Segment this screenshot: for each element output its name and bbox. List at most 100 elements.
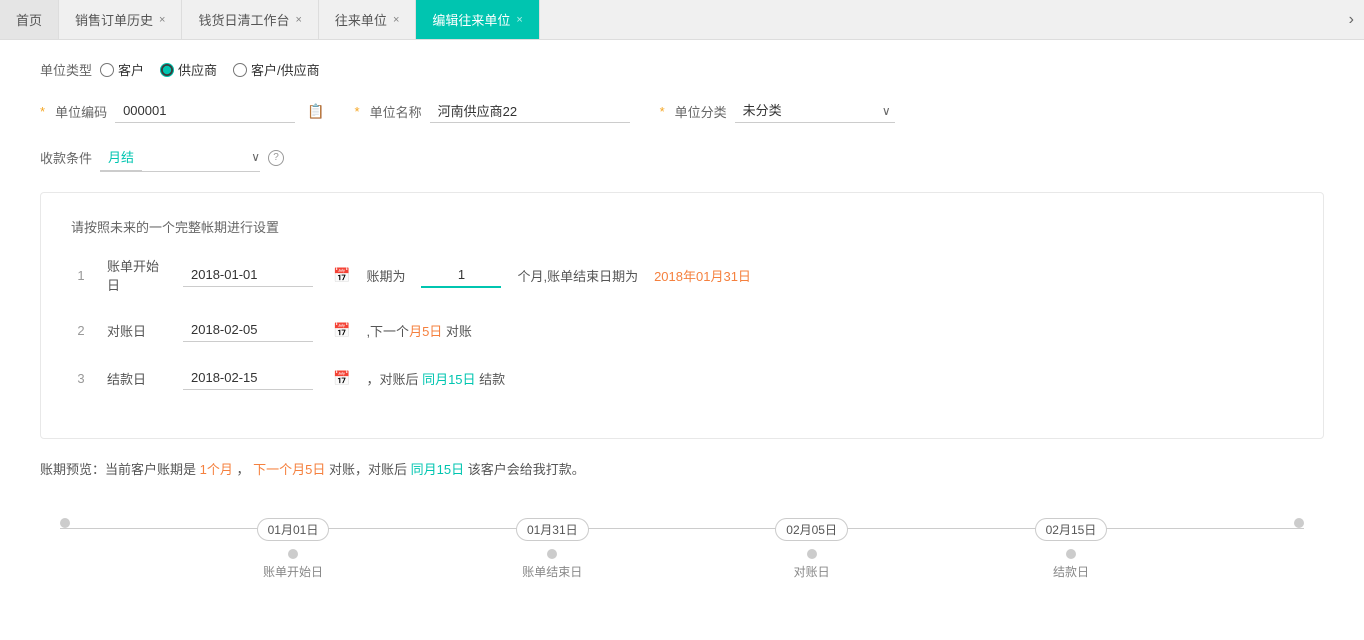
radio-supplier[interactable]: 供应商 xyxy=(160,60,217,79)
timeline-node-1: 01月01日 账单开始日 xyxy=(257,518,330,580)
unit-name-input[interactable] xyxy=(430,99,630,123)
period-row-2-label: 对账日 xyxy=(107,321,167,340)
period-row-2-cal-icon[interactable]: 📅 xyxy=(333,322,350,339)
unit-category-group: * 单位分类 未分类 ∨ xyxy=(660,99,895,123)
timeline-label-4: 结款日 xyxy=(1053,563,1089,580)
unit-code-input[interactable] xyxy=(115,99,295,123)
tab-partners-close[interactable]: × xyxy=(393,14,399,26)
unit-type-group: 单位类型 客户 供应商 客户/供应商 xyxy=(40,60,320,79)
preview-prefix: 账期预览：当前客户账期是 xyxy=(40,462,196,477)
timeline-nodes: 01月01日 账单开始日 01月31日 账单结束日 02月05日 对账日 xyxy=(60,518,1304,580)
timeline-end-dot xyxy=(1294,518,1304,528)
timeline-node-2: 01月31日 账单结束日 xyxy=(516,518,589,580)
preview-text: 账期预览：当前客户账期是 1个月 ， 下一个月5日 对账，对账后 同月15日 该… xyxy=(40,449,1324,488)
tab-sales-history[interactable]: 销售订单历史 × xyxy=(59,0,182,39)
period-row-1-num: 1 xyxy=(71,268,91,283)
tab-cash-workbench[interactable]: 钱货日清工作台 × xyxy=(182,0,318,39)
period-row-3-label: 结款日 xyxy=(107,369,167,388)
payment-condition-label: 收款条件 xyxy=(40,148,92,167)
timeline-node-3: 02月05日 对账日 xyxy=(775,518,848,580)
radio-customer-input[interactable] xyxy=(100,63,114,77)
timeline-label-1: 账单开始日 xyxy=(263,563,323,580)
tab-sales-history-close[interactable]: × xyxy=(159,14,165,26)
unit-type-radio-group: 客户 供应商 客户/供应商 xyxy=(100,60,320,79)
tab-more-button[interactable]: › xyxy=(1339,0,1364,39)
payment-condition-arrow-icon: ∨ xyxy=(251,150,260,164)
radio-customer-label: 客户 xyxy=(118,60,144,79)
radio-both-input[interactable] xyxy=(233,63,247,77)
tab-sales-history-label: 销售订单历史 xyxy=(75,10,153,29)
period-row-3-desc: ，对账后 同月15日 结款 xyxy=(366,369,505,388)
unit-category-label: 单位分类 xyxy=(675,102,727,121)
period-row-1-cal-icon[interactable]: 📅 xyxy=(333,267,350,284)
unit-type-label: 单位类型 xyxy=(40,60,92,79)
tab-cash-workbench-label: 钱货日清工作台 xyxy=(198,10,289,29)
timeline-date-3: 02月05日 xyxy=(786,523,837,537)
timeline-end-node xyxy=(1294,518,1304,580)
radio-customer[interactable]: 客户 xyxy=(100,60,144,79)
period-row-1-label: 账单开始日 xyxy=(107,256,167,294)
period-row-3-cal-icon[interactable]: 📅 xyxy=(333,370,350,387)
period-month-input[interactable] xyxy=(421,263,501,288)
period-row-2-num: 2 xyxy=(71,323,91,338)
timeline-node-4: 02月15日 结款日 xyxy=(1035,518,1108,580)
unit-code-required: * xyxy=(40,104,45,119)
timeline-dot-2 xyxy=(547,549,557,559)
radio-supplier-label: 供应商 xyxy=(178,60,217,79)
tab-edit-partner[interactable]: 编辑往来单位 × xyxy=(416,0,539,39)
period-row-3-date[interactable] xyxy=(183,366,313,390)
preview-next-check: 下一个月5日 xyxy=(253,462,325,477)
radio-supplier-input[interactable] xyxy=(160,63,174,77)
timeline-start-dot xyxy=(60,518,70,528)
preview-period: 1个月 xyxy=(200,462,233,477)
unit-category-required: * xyxy=(660,104,665,119)
unit-code-label: 单位编码 xyxy=(55,102,107,121)
timeline-date-2: 01月31日 xyxy=(527,523,578,537)
tab-partners-label: 往来单位 xyxy=(335,10,387,29)
timeline-badge-1: 01月01日 xyxy=(257,518,330,541)
payment-condition-help-icon[interactable]: ? xyxy=(268,150,284,166)
timeline-dot-4 xyxy=(1066,549,1076,559)
payment-condition-group: 收款条件 月结 ∨ ? xyxy=(40,143,284,172)
timeline-label-3: 对账日 xyxy=(794,563,830,580)
period-row-1-date[interactable] xyxy=(183,263,313,287)
preview-suffix: 该客户会给我打款。 xyxy=(468,462,585,477)
period-row-3-pay-day: 同月15日 xyxy=(422,372,475,387)
unit-code-icon[interactable]: 📋 xyxy=(307,103,324,120)
tab-home[interactable]: 首页 xyxy=(0,0,59,39)
timeline-dot-3 xyxy=(807,549,817,559)
period-row-2-next-month: 月5日 xyxy=(409,324,442,339)
unit-code-group: * 单位编码 📋 xyxy=(40,99,325,123)
payment-condition-value: 月结 xyxy=(100,143,142,171)
period-row-2-date[interactable] xyxy=(183,318,313,342)
preview-pay-day: 同月15日 xyxy=(411,462,464,477)
preview-middle2: 对账，对账后 xyxy=(329,462,407,477)
unit-name-required: * xyxy=(355,104,360,119)
period-box-title: 请按照未来的一个完整帐期进行设置 xyxy=(71,217,1293,236)
radio-both[interactable]: 客户/供应商 xyxy=(233,60,320,79)
page-content: 单位类型 客户 供应商 客户/供应商 * 单位编码 xyxy=(0,40,1364,640)
unit-info-row: * 单位编码 📋 * 单位名称 * 单位分类 未分类 ∨ xyxy=(40,99,1324,123)
unit-name-label: 单位名称 xyxy=(370,102,422,121)
timeline-dot-1 xyxy=(288,549,298,559)
timeline-start-node xyxy=(60,518,70,580)
timeline: 01月01日 账单开始日 01月31日 账单结束日 02月05日 对账日 xyxy=(40,508,1324,620)
timeline-date-4: 02月15日 xyxy=(1046,523,1097,537)
tab-partners[interactable]: 往来单位 × xyxy=(319,0,416,39)
unit-name-group: * 单位名称 xyxy=(355,99,630,123)
period-row-2: 2 对账日 📅 ,下一个月5日 对账 xyxy=(71,318,1293,342)
radio-both-label: 客户/供应商 xyxy=(251,60,320,79)
unit-category-select[interactable]: 未分类 xyxy=(735,99,895,122)
timeline-badge-4: 02月15日 xyxy=(1035,518,1108,541)
tab-cash-workbench-close[interactable]: × xyxy=(295,14,301,26)
tab-home-label: 首页 xyxy=(16,10,42,29)
period-row-3-num: 3 xyxy=(71,371,91,386)
timeline-badge-2: 01月31日 xyxy=(516,518,589,541)
period-row-1-desc-prefix: 账期为 xyxy=(366,266,405,285)
preview-middle1: ， xyxy=(237,462,250,477)
tab-edit-partner-close[interactable]: × xyxy=(516,14,522,26)
timeline-label-2: 账单结束日 xyxy=(522,563,582,580)
unit-type-row: 单位类型 客户 供应商 客户/供应商 xyxy=(40,60,1324,79)
period-box: 请按照未来的一个完整帐期进行设置 1 账单开始日 📅 账期为 个月,账单结束日期… xyxy=(40,192,1324,439)
tab-bar: 首页 销售订单历史 × 钱货日清工作台 × 往来单位 × 编辑往来单位 × › xyxy=(0,0,1364,40)
